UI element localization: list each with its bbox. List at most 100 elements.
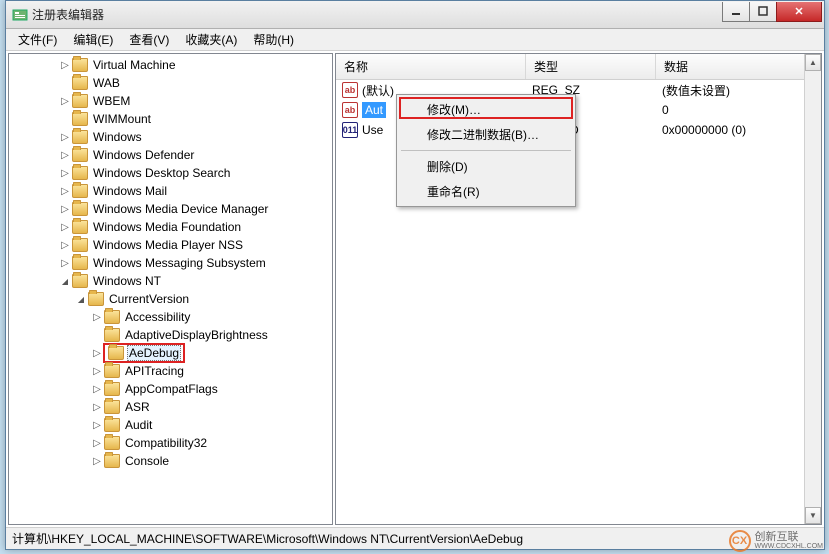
- titlebar[interactable]: 注册表编辑器: [6, 1, 824, 29]
- tree-item[interactable]: ▷ASR: [11, 398, 332, 416]
- tree-label: Windows Desktop Search: [91, 165, 232, 181]
- tree-label: Audit: [123, 417, 154, 433]
- col-header-type[interactable]: 类型: [526, 54, 656, 79]
- tree-label: CurrentVersion: [107, 291, 191, 307]
- statusbar: 计算机\HKEY_LOCAL_MACHINE\SOFTWARE\Microsof…: [6, 527, 824, 549]
- expand-icon[interactable]: ▷: [59, 150, 71, 161]
- tree-item[interactable]: ▷ Audit: [11, 416, 332, 434]
- scroll-track[interactable]: [805, 71, 821, 507]
- folder-icon: [108, 346, 124, 360]
- minimize-button[interactable]: [722, 2, 750, 22]
- expand-icon[interactable]: ▷: [59, 186, 71, 197]
- expand-icon[interactable]: ▷: [91, 420, 103, 431]
- list-scrollbar[interactable]: ▲ ▼: [804, 54, 821, 524]
- col-header-name[interactable]: 名称: [336, 54, 526, 79]
- tree-item[interactable]: ▷Windows Mail: [11, 182, 332, 200]
- tree-label: WBEM: [91, 93, 132, 109]
- cm-rename[interactable]: 重命名(R): [399, 179, 573, 204]
- tree-item[interactable]: ▷ Windows Media Device Manager: [11, 200, 332, 218]
- close-button[interactable]: [776, 2, 822, 22]
- tree-item[interactable]: ▷Windows Messaging Subsystem: [11, 254, 332, 272]
- tree-item[interactable]: ▷Accessibility: [11, 308, 332, 326]
- tree-item[interactable]: AdaptiveDisplayBrightness: [11, 326, 332, 344]
- cell-data: (数值未设置): [656, 80, 821, 101]
- tree-item[interactable]: ▷Windows Defender: [11, 146, 332, 164]
- scroll-down-button[interactable]: ▼: [805, 507, 821, 524]
- expand-icon[interactable]: ▷: [91, 366, 103, 377]
- expand-icon[interactable]: ▷: [59, 60, 71, 71]
- highlight-box: AeDebug: [103, 343, 185, 363]
- tree-item[interactable]: WAB: [11, 74, 332, 92]
- tree-label: Windows: [91, 129, 144, 145]
- menu-file[interactable]: 文件(F): [10, 28, 65, 51]
- status-path: 计算机\HKEY_LOCAL_MACHINE\SOFTWARE\Microsof…: [12, 530, 523, 547]
- tree-item[interactable]: ▷ Windows Desktop Search: [11, 164, 332, 182]
- folder-icon: [72, 220, 88, 234]
- maximize-button[interactable]: [749, 2, 777, 22]
- expand-icon[interactable]: ▷: [59, 222, 71, 233]
- folder-icon: [104, 382, 120, 396]
- expand-icon[interactable]: ▷: [91, 456, 103, 467]
- folder-icon: [72, 112, 88, 126]
- expand-icon[interactable]: ▷: [91, 384, 103, 395]
- tree-pane[interactable]: ▷Virtual MachineWAB▷WBEMWIMMount▷Windows…: [8, 53, 333, 525]
- tree-item[interactable]: ▷Windows Media Foundation: [11, 218, 332, 236]
- tree-item[interactable]: ▷AppCompatFlags: [11, 380, 332, 398]
- folder-icon: [72, 238, 88, 252]
- tree-label: AeDebug: [127, 345, 181, 361]
- tree-item[interactable]: ▷ WBEM: [11, 92, 332, 110]
- tree-label: Windows Media Device Manager: [91, 201, 270, 217]
- folder-icon: [72, 166, 88, 180]
- cm-delete[interactable]: 删除(D): [399, 154, 573, 179]
- expand-icon[interactable]: ▷: [91, 438, 103, 449]
- expand-icon[interactable]: ▷: [91, 348, 103, 359]
- tree-item[interactable]: ▷ Windows Media Player NSS: [11, 236, 332, 254]
- menu-help[interactable]: 帮助(H): [245, 28, 302, 51]
- watermark-icon: CX: [729, 530, 751, 552]
- folder-icon: [72, 58, 88, 72]
- tree-item[interactable]: ▷APITracing: [11, 362, 332, 380]
- scroll-up-button[interactable]: ▲: [805, 54, 821, 71]
- expand-icon[interactable]: ▷: [59, 240, 71, 251]
- tree-item[interactable]: ◢ CurrentVersion: [11, 290, 332, 308]
- values-pane[interactable]: 名称 类型 数据 ab(默认)REG_SZ(数值未设置)abAut0011Use…: [335, 53, 822, 525]
- menu-view[interactable]: 查看(V): [121, 28, 177, 51]
- expand-icon[interactable]: ▷: [91, 402, 103, 413]
- folder-icon: [104, 328, 120, 342]
- expand-icon[interactable]: ▷: [59, 258, 71, 269]
- menu-edit[interactable]: 编辑(E): [65, 28, 121, 51]
- cm-modify[interactable]: 修改(M)…: [399, 97, 573, 122]
- folder-icon: [104, 418, 120, 432]
- expand-icon[interactable]: ▷: [59, 168, 71, 179]
- tree-item[interactable]: ▷Console: [11, 452, 332, 470]
- expand-icon[interactable]: ▷: [59, 132, 71, 143]
- folder-icon: [72, 76, 88, 90]
- expand-icon[interactable]: ▷: [91, 312, 103, 323]
- tree-item[interactable]: ▷ AeDebug: [11, 344, 332, 362]
- tree-item[interactable]: ▷ Compatibility32: [11, 434, 332, 452]
- menu-favorites[interactable]: 收藏夹(A): [177, 28, 245, 51]
- folder-icon: [72, 94, 88, 108]
- col-header-data[interactable]: 数据: [656, 54, 821, 79]
- cell-data: 0: [656, 101, 821, 119]
- folder-icon: [104, 436, 120, 450]
- tree-label: WAB: [91, 75, 122, 91]
- tree-item[interactable]: WIMMount: [11, 110, 332, 128]
- expand-icon[interactable]: ▷: [59, 204, 71, 215]
- tree-item[interactable]: ▷Virtual Machine: [11, 56, 332, 74]
- expand-icon[interactable]: ▷: [59, 96, 71, 107]
- tree-item[interactable]: ▷ Windows: [11, 128, 332, 146]
- cm-modify-binary[interactable]: 修改二进制数据(B)…: [399, 122, 573, 147]
- collapse-icon[interactable]: ◢: [59, 277, 71, 286]
- app-icon: [12, 7, 28, 23]
- cell-data: 0x00000000 (0): [656, 121, 821, 139]
- tree-label: Windows Media Player NSS: [91, 237, 245, 253]
- tree-label: Windows NT: [91, 273, 163, 289]
- tree-item[interactable]: ◢ Windows NT: [11, 272, 332, 290]
- tree-label: Compatibility32: [123, 435, 209, 451]
- tree-label: WIMMount: [91, 111, 153, 127]
- content-area: ▷Virtual MachineWAB▷WBEMWIMMount▷Windows…: [6, 51, 824, 527]
- collapse-icon[interactable]: ◢: [75, 295, 87, 304]
- value-name: Aut: [362, 102, 386, 118]
- folder-icon: [104, 454, 120, 468]
